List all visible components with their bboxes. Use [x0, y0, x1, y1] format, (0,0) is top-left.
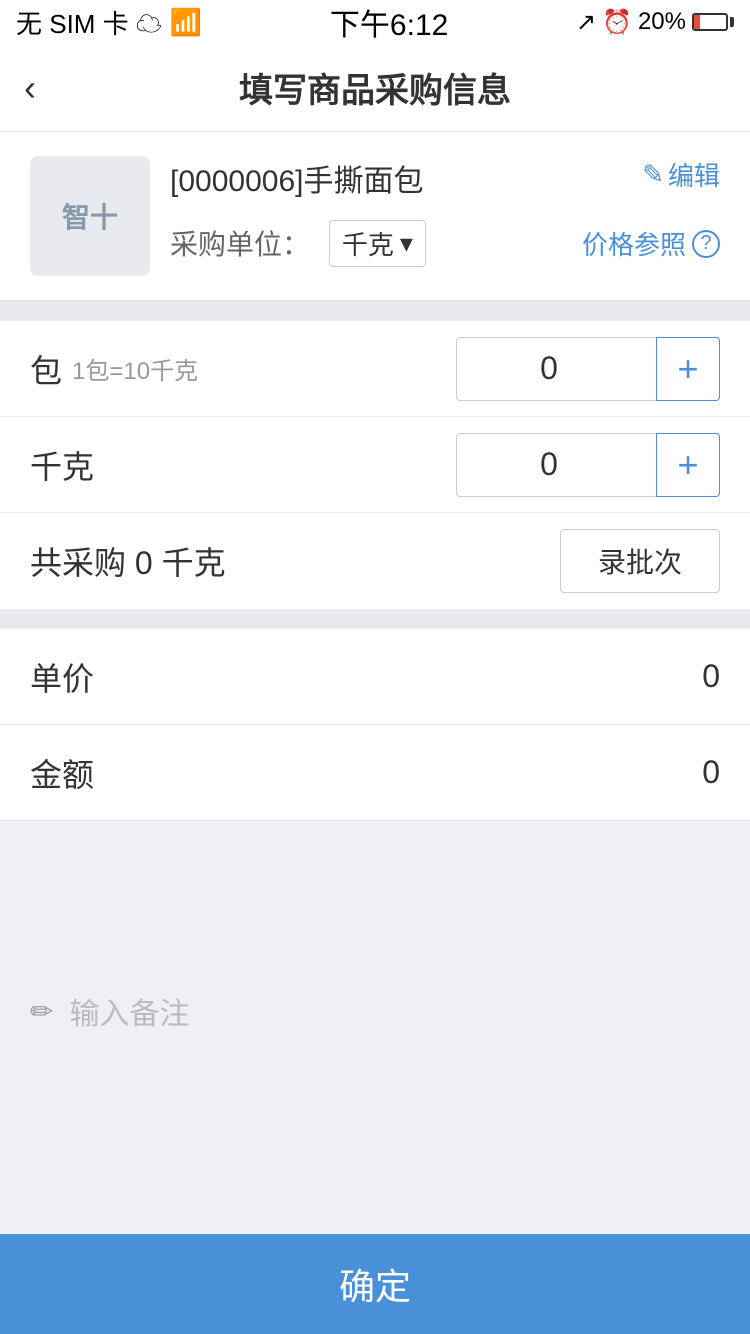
- product-thumbnail: 智十: [30, 156, 150, 276]
- unit-price-row: 单价 0: [0, 629, 750, 725]
- row2-plus-button[interactable]: +: [656, 433, 720, 497]
- chevron-down-icon: ▾: [400, 228, 413, 259]
- row2-label: 千克: [30, 442, 456, 488]
- row1-input[interactable]: [456, 337, 656, 401]
- section-divider-2: [0, 609, 750, 629]
- input-row-bao: 包 1包=10千克 +: [0, 321, 750, 417]
- row2-input[interactable]: [456, 433, 656, 497]
- alarm-icon: ⏰: [602, 8, 632, 37]
- sim-label: 无 SIM 卡 ☁: [16, 4, 162, 41]
- wifi-icon: 📶: [170, 7, 202, 38]
- product-info: [0000006]手撕面包 ✎ 编辑 采购单位： 千克 ▾ 价格参照 ?: [170, 156, 720, 267]
- notes-section[interactable]: ✏ 输入备注: [0, 821, 750, 1201]
- edit-icon: ✎: [642, 159, 664, 190]
- unit-price-value: 0: [702, 658, 720, 695]
- nav-bar: ‹ 填写商品采购信息: [0, 44, 750, 132]
- battery-percent: 20%: [638, 8, 686, 36]
- batch-button[interactable]: 录批次: [560, 529, 720, 593]
- summary-row: 共采购 0 千克 录批次: [0, 513, 750, 609]
- amount-row: 金额 0: [0, 725, 750, 821]
- amount-value: 0: [702, 754, 720, 791]
- status-time: 下午6:12: [330, 0, 448, 44]
- status-right: ↗ ⏰ 20%: [576, 8, 734, 37]
- row1-hint: 1包=10千克: [72, 351, 198, 386]
- help-icon: ?: [692, 230, 720, 258]
- input-section: 包 1包=10千克 + 千克 + 共采购 0 千克 录批次: [0, 321, 750, 609]
- status-bar: 无 SIM 卡 ☁ 📶 下午6:12 ↗ ⏰ 20%: [0, 0, 750, 44]
- row1-plus-button[interactable]: +: [656, 337, 720, 401]
- unit-select[interactable]: 千克 ▾: [329, 220, 426, 267]
- unit-price-label: 单价: [30, 654, 94, 700]
- unit-label-wrap: 采购单位： 千克 ▾: [170, 220, 426, 267]
- edit-link[interactable]: ✎ 编辑: [642, 156, 720, 193]
- product-name: [0000006]手撕面包: [170, 156, 423, 200]
- notes-placeholder: 输入备注: [69, 989, 189, 1033]
- back-button[interactable]: ‹: [24, 67, 36, 109]
- location-icon: ↗: [576, 8, 596, 37]
- unit-row: 采购单位： 千克 ▾ 价格参照 ?: [170, 220, 720, 267]
- row2-input-wrap: +: [456, 433, 720, 497]
- price-section: 单价 0 金额 0: [0, 629, 750, 821]
- page-title: 填写商品采购信息: [239, 63, 511, 112]
- product-name-row: [0000006]手撕面包 ✎ 编辑: [170, 156, 720, 200]
- pencil-icon: ✏: [30, 995, 53, 1028]
- unit-label: 采购单位：: [170, 229, 310, 260]
- price-ref-link[interactable]: 价格参照 ?: [582, 225, 720, 262]
- amount-label: 金额: [30, 750, 94, 796]
- battery-icon: [692, 13, 734, 31]
- row1-input-wrap: +: [456, 337, 720, 401]
- summary-text: 共采购 0 千克: [30, 538, 226, 584]
- product-card: 智十 [0000006]手撕面包 ✎ 编辑 采购单位： 千克 ▾ 价格参照 ?: [0, 132, 750, 301]
- status-left: 无 SIM 卡 ☁ 📶: [16, 4, 202, 41]
- row1-label: 包 1包=10千克: [30, 346, 456, 392]
- confirm-button[interactable]: 确定: [0, 1234, 750, 1334]
- input-row-kg: 千克 +: [0, 417, 750, 513]
- section-divider-1: [0, 301, 750, 321]
